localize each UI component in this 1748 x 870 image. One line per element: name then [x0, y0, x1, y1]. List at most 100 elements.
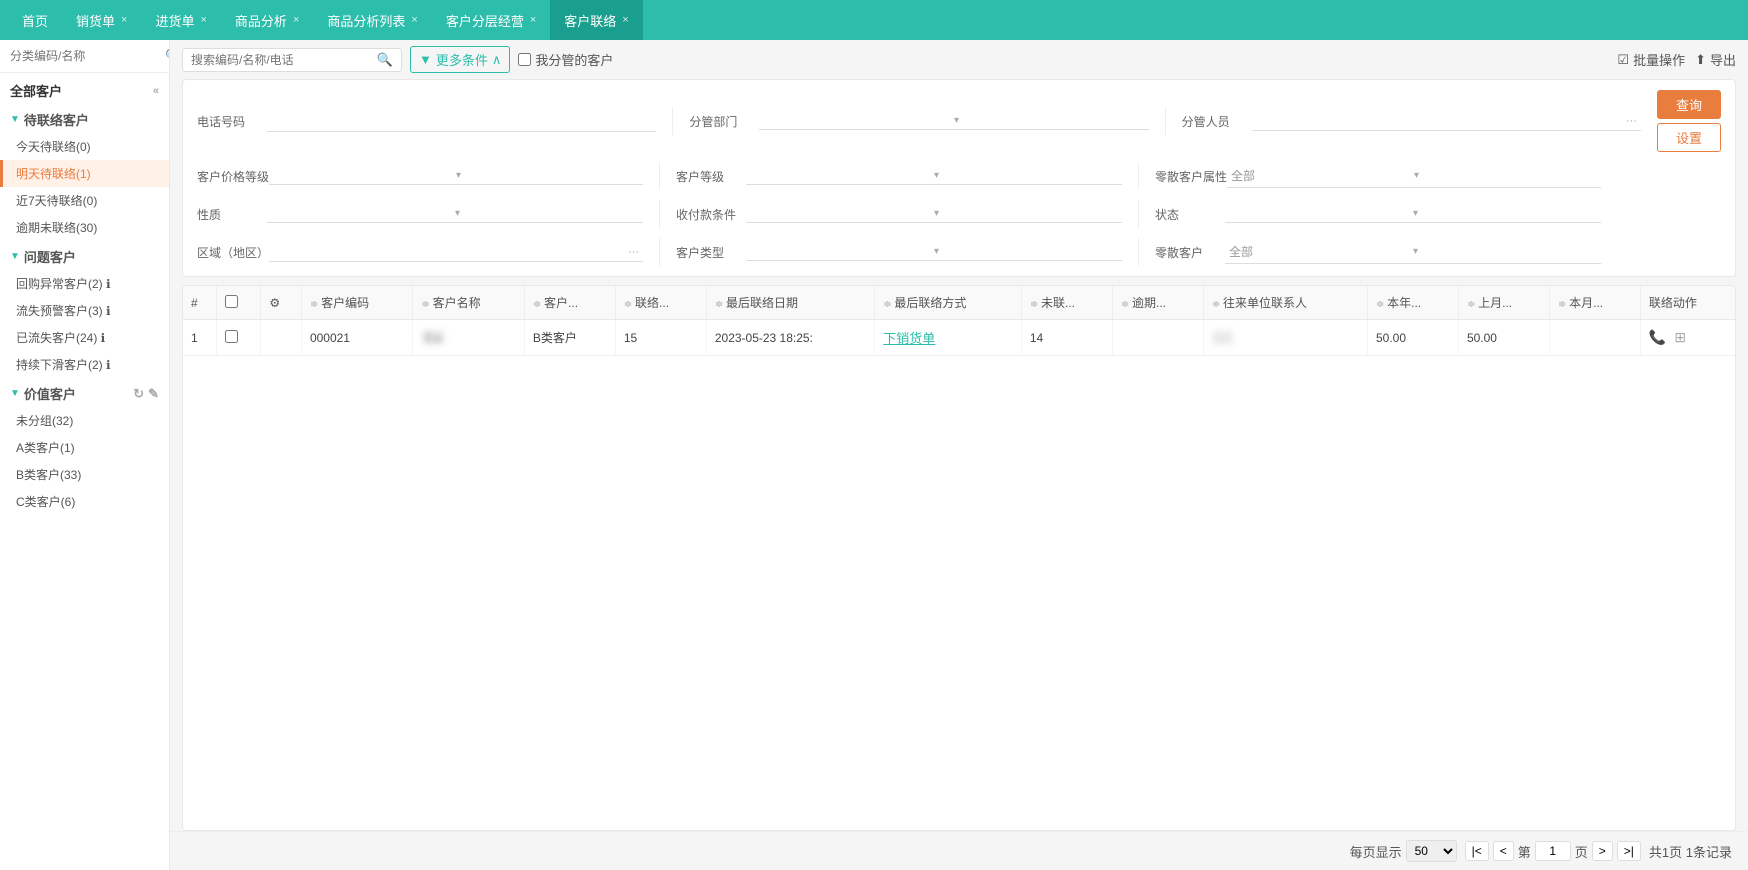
filter-person-ellipsis: ··· [1626, 115, 1637, 127]
content-area: 🔍 ▼ 更多条件 ∧ 我分管的客户 ☑ 批量操作 ⬆ 导出 [170, 40, 1748, 870]
toolbar: 🔍 ▼ 更多条件 ∧ 我分管的客户 ☑ 批量操作 ⬆ 导出 [170, 40, 1748, 79]
nav-analysis-list[interactable]: 商品分析列表 × [313, 0, 431, 40]
col-last-month-header[interactable]: 上月... [1458, 286, 1549, 320]
col-this-year-header[interactable]: 本年... [1367, 286, 1458, 320]
filter-panel: 电话号码 分管部门 ▾ 分管人员 ··· [182, 79, 1736, 277]
col-this-month-header[interactable]: 本月... [1549, 286, 1640, 320]
nav-purchase-close-icon[interactable]: × [200, 14, 206, 26]
last-page-btn[interactable]: >| [1617, 841, 1641, 861]
nav-home[interactable]: 首页 [8, 0, 62, 40]
grid-action-icon[interactable]: ⊞ [1674, 329, 1686, 346]
nav-analysis-list-close-icon[interactable]: × [411, 14, 417, 26]
filter-actions: 查询 设置 [1657, 90, 1721, 152]
my-customers-checkbox-label[interactable]: 我分管的客户 [518, 50, 613, 69]
cell-this-year: 50.00 [1367, 320, 1458, 356]
filter-nature-select[interactable]: ▾ [267, 205, 643, 223]
filter-customer-level: 客户等级 ▾ [676, 167, 1122, 185]
col-name-header[interactable]: 客户名称 [413, 286, 524, 320]
cell-type: B类客户 [524, 320, 615, 356]
export-btn[interactable]: ⬆ 导出 [1695, 50, 1736, 69]
sidebar-item-churned[interactable]: 已流失客户(24) ℹ [0, 324, 169, 351]
select-all-checkbox[interactable] [225, 295, 238, 308]
filter-phone: 电话号码 [197, 111, 656, 132]
more-filters-btn[interactable]: ▼ 更多条件 ∧ [410, 46, 510, 73]
edit-icon[interactable]: ✎ [148, 386, 159, 402]
col-type-header[interactable]: 客户... [524, 286, 615, 320]
col-code-header[interactable]: 客户编码 [301, 286, 412, 320]
table-area: # ⚙ 客户编码 客户名称 客户... 联络... 最后联络日期 最后联络方式 … [182, 285, 1736, 831]
prev-page-btn[interactable]: < [1493, 841, 1514, 861]
nav-customer-tier-close-icon[interactable]: × [530, 14, 536, 26]
col-contacts-header[interactable]: 往来单位联系人 [1203, 286, 1367, 320]
filter-retail-attr-select[interactable]: 全部 ▾ [1227, 164, 1601, 188]
sidebar-item-class-b[interactable]: B类客户(33) [0, 461, 169, 488]
nav-customer-tier[interactable]: 客户分层经营 × [432, 0, 550, 40]
main-layout: 🔍 全部客户 « ▼ 待联络客户 今天待联络(0) 明天待联络(1) 近7天待联… [0, 40, 1748, 870]
nav-sales[interactable]: 销货单 × [62, 0, 141, 40]
sidebar-item-class-a[interactable]: A类客户(1) [0, 434, 169, 461]
nav-analysis[interactable]: 商品分析 × [221, 0, 313, 40]
collapse-icon[interactable]: « [153, 85, 159, 97]
search-box: 🔍 [182, 48, 402, 72]
set-button[interactable]: 设置 [1657, 123, 1721, 152]
search-input[interactable] [191, 53, 377, 67]
next-page-btn[interactable]: > [1592, 841, 1613, 861]
my-customers-checkbox[interactable] [518, 53, 531, 66]
sidebar-item-class-c[interactable]: C类客户(6) [0, 488, 169, 515]
sidebar-item-today[interactable]: 今天待联络(0) [0, 133, 169, 160]
filter-dept-select[interactable]: ▾ [759, 112, 1148, 130]
col-checkbox-header[interactable] [217, 286, 261, 320]
filter-price-level-select[interactable]: ▾ [269, 167, 643, 185]
row-checkbox[interactable] [225, 330, 238, 343]
col-last-contact-date-header[interactable]: 最后联络日期 [706, 286, 874, 320]
nav-purchase[interactable]: 进货单 × [141, 0, 220, 40]
col-last-contact-method-header[interactable]: 最后联络方式 [875, 286, 1022, 320]
filter-person-input[interactable]: ··· [1252, 112, 1641, 131]
refresh-icon[interactable]: ↻ [133, 386, 144, 402]
cell-overdue [1112, 320, 1203, 356]
filter-status: 状态 ▾ [1155, 205, 1601, 223]
nav-sales-close-icon[interactable]: × [121, 14, 127, 26]
nav-customer-contact[interactable]: 客户联络 × [550, 0, 642, 40]
contact-method-link[interactable]: 下销货单 [883, 331, 935, 346]
cell-checkbox[interactable] [217, 320, 261, 356]
filter-payment-select[interactable]: ▾ [746, 205, 1122, 223]
sidebar-search-area: 🔍 [0, 40, 169, 73]
query-button[interactable]: 查询 [1657, 90, 1721, 119]
page-number-input[interactable] [1535, 841, 1571, 861]
sidebar-item-declining[interactable]: 持续下滑客户(2) ℹ [0, 351, 169, 378]
first-page-btn[interactable]: |< [1465, 841, 1489, 861]
nav-customer-contact-close-icon[interactable]: × [622, 14, 628, 26]
filter-status-select[interactable]: ▾ [1225, 205, 1601, 223]
col-gear-header[interactable]: ⚙ [261, 286, 302, 320]
cell-last-contact-method[interactable]: 下销货单 [875, 320, 1022, 356]
col-overdue-header[interactable]: 逾期... [1112, 286, 1203, 320]
sidebar-item-7days[interactable]: 近7天待联络(0) [0, 187, 169, 214]
sidebar-item-abnormal[interactable]: 回购异常客户(2) ℹ [0, 270, 169, 297]
sidebar-search-input[interactable] [10, 49, 165, 63]
filter-status-arrow-icon: ▾ [1413, 208, 1597, 219]
cell-contacts: ··· [1203, 320, 1367, 356]
cell-this-month [1549, 320, 1640, 356]
filter-retail-select[interactable]: 全部 ▾ [1225, 240, 1601, 264]
sidebar-item-tomorrow[interactable]: 明天待联络(1) [0, 160, 169, 187]
batch-ops-btn[interactable]: ☑ 批量操作 [1617, 50, 1685, 69]
filter-phone-input[interactable] [267, 111, 656, 132]
filter-region-input[interactable]: ··· [269, 243, 643, 262]
phone-action-icon[interactable]: 📞 [1649, 329, 1666, 346]
sidebar: 🔍 全部客户 « ▼ 待联络客户 今天待联络(0) 明天待联络(1) 近7天待联… [0, 40, 170, 870]
filter-customer-type-select[interactable]: ▾ [746, 243, 1122, 261]
group-triangle-icon-3: ▼ [10, 388, 20, 399]
filter-chevron-icon: ∧ [492, 52, 502, 68]
toolbar-search-icon[interactable]: 🔍 [377, 52, 393, 68]
page-size-select[interactable]: 50 100 200 [1406, 840, 1457, 862]
sidebar-item-overdue[interactable]: 逾期未联络(30) [0, 214, 169, 241]
col-no-contact-header[interactable]: 未联... [1021, 286, 1112, 320]
sidebar-item-churn-warning[interactable]: 流失预警客户(3) ℹ [0, 297, 169, 324]
page-suffix: 页 [1575, 842, 1588, 861]
cell-action: 📞 ⊞ [1640, 320, 1735, 356]
col-contact-header[interactable]: 联络... [615, 286, 706, 320]
sidebar-item-ungrouped[interactable]: 未分组(32) [0, 407, 169, 434]
filter-customer-level-select[interactable]: ▾ [746, 167, 1122, 185]
nav-analysis-close-icon[interactable]: × [293, 14, 299, 26]
